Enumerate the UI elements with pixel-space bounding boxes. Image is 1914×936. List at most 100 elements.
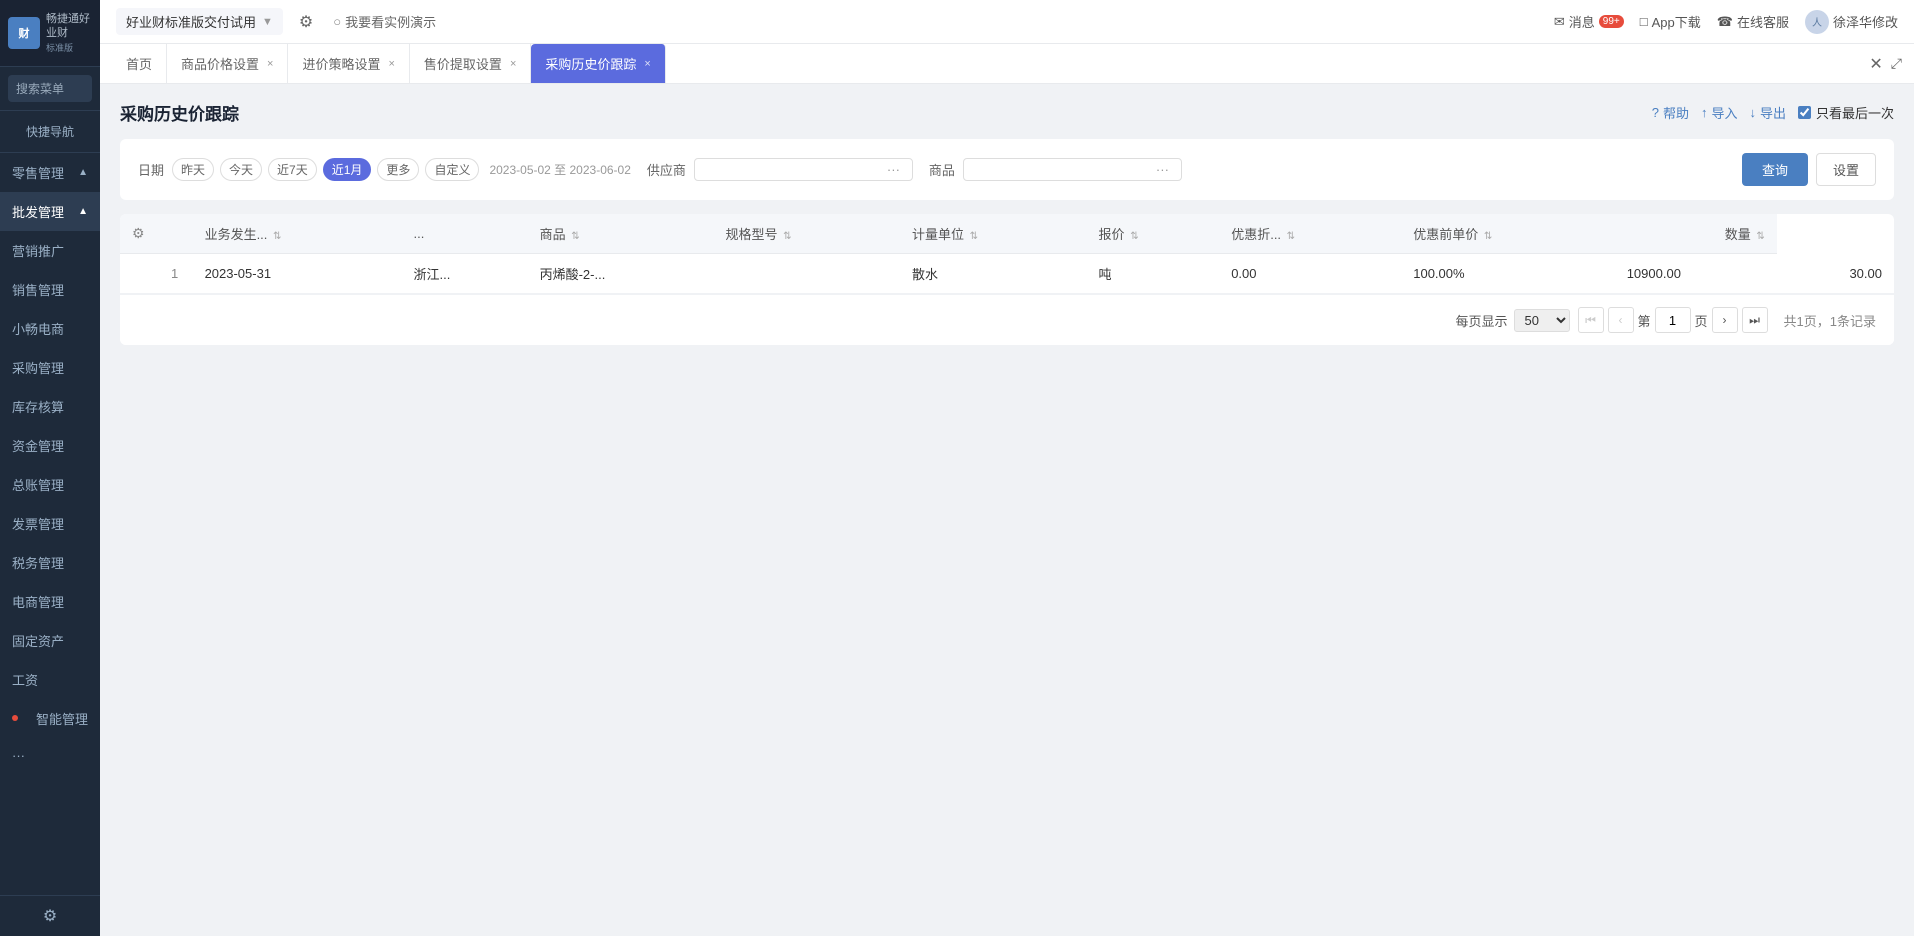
- col-price-sort-icon[interactable]: ⇅: [1130, 231, 1138, 242]
- product-more-icon[interactable]: ···: [1152, 162, 1173, 177]
- last-page-button[interactable]: ⏭: [1742, 307, 1768, 333]
- sidebar-item-salary[interactable]: 工资: [0, 660, 100, 699]
- export-button[interactable]: ↓ 导出: [1749, 103, 1786, 122]
- row-price-unit: 吨: [1099, 267, 1112, 282]
- sidebar-item-wholesale-label: 批发管理: [12, 202, 64, 221]
- import-button[interactable]: ↑ 导入: [1701, 103, 1738, 122]
- expand-icon[interactable]: ⤢: [1891, 55, 1902, 72]
- sidebar-item-wholesale[interactable]: 批发管理 ▲: [0, 192, 100, 231]
- close-tab-icon[interactable]: ✕: [1869, 54, 1882, 74]
- col-quantity-sort-icon[interactable]: ⇅: [1756, 231, 1764, 242]
- col-spec-header[interactable]: 规格型号 ⇅: [713, 214, 900, 254]
- col-discount-sort-icon[interactable]: ⇅: [1287, 231, 1295, 242]
- per-page-select[interactable]: 50 10 20 100: [1514, 309, 1570, 332]
- row-spec-cell: [713, 254, 900, 294]
- sidebar-item-ecommerce[interactable]: 电商管理: [0, 582, 100, 621]
- col-quantity-header[interactable]: 数量 ⇅: [1615, 214, 1777, 254]
- product-filter-group: 商品 ···: [929, 158, 1182, 181]
- online-service-button[interactable]: ☎ 在线客服: [1717, 12, 1789, 31]
- col-unit-sort-icon[interactable]: ⇅: [970, 231, 978, 242]
- filter-actions: 查询 设置: [1742, 153, 1876, 186]
- date-custom-btn[interactable]: 自定义: [425, 158, 479, 181]
- tab-strategy[interactable]: 进价策略设置 ×: [288, 44, 409, 83]
- query-button[interactable]: 查询: [1742, 153, 1808, 186]
- message-button[interactable]: ✉ 消息 99+: [1554, 12, 1624, 31]
- tab-price[interactable]: 商品价格设置 ×: [167, 44, 288, 83]
- sidebar-quick-nav[interactable]: 快捷导航: [0, 111, 100, 153]
- sidebar-item-inventory[interactable]: 库存核算: [0, 387, 100, 426]
- demo-button[interactable]: ○ 我要看实例演示: [333, 12, 436, 31]
- company-selector[interactable]: 好业财标准版交付试用 ▼: [116, 8, 283, 35]
- topbar-gear-icon[interactable]: ⚙: [299, 12, 313, 32]
- current-page-display: 第 页: [1638, 307, 1708, 333]
- tab-home[interactable]: 首页: [112, 44, 167, 83]
- filter-row: 日期 昨天 今天 近7天 近1月 更多 自定义 2023-05-02 至 202…: [138, 153, 1876, 186]
- sidebar-item-assets[interactable]: 固定资产: [0, 621, 100, 660]
- sidebar-item-ecommerce-small[interactable]: 小畅电商: [0, 309, 100, 348]
- export-label: 导出: [1760, 103, 1786, 122]
- table-gear-icon[interactable]: ⚙: [132, 225, 145, 241]
- first-page-button[interactable]: ⏮: [1578, 307, 1604, 333]
- date-more-btn[interactable]: 更多: [377, 158, 419, 181]
- sidebar-item-retail[interactable]: 零售管理 ▲: [0, 153, 100, 192]
- supplier-more-icon[interactable]: ···: [883, 162, 904, 177]
- last-only-toggle[interactable]: 只看最后一次: [1798, 103, 1894, 122]
- row-quantity-cell: 30.00: [1777, 254, 1894, 294]
- sidebar-item-invoice[interactable]: 发票管理: [0, 504, 100, 543]
- tab-price-close-icon[interactable]: ×: [267, 58, 273, 70]
- col-date-header[interactable]: 业务发生... ⇅: [193, 214, 402, 254]
- col-spec-sort-icon[interactable]: ⇅: [783, 231, 791, 242]
- app-download-button[interactable]: □ App下载: [1640, 12, 1701, 31]
- settings-gear-icon[interactable]: ⚙: [43, 906, 57, 926]
- product-input[interactable]: [972, 162, 1148, 177]
- col-unit-header[interactable]: 计量单位 ⇅: [900, 214, 1087, 254]
- tab-purchase-history-close-icon[interactable]: ×: [644, 58, 650, 70]
- sidebar-item-finance[interactable]: 资金管理: [0, 426, 100, 465]
- sidebar-item-marketing[interactable]: 营销推广: [0, 231, 100, 270]
- col-date-sort-icon[interactable]: ⇅: [273, 231, 281, 242]
- col-discount-price-sort-icon[interactable]: ⇅: [1484, 231, 1492, 242]
- col-discount-price-header[interactable]: 优惠前单价 ⇅: [1401, 214, 1614, 254]
- date-today-btn[interactable]: 今天: [220, 158, 262, 181]
- table-header: ⚙ 业务发生... ⇅ ... 商品 ⇅: [120, 214, 1894, 254]
- date-7days-btn[interactable]: 近7天: [268, 158, 317, 181]
- page-number-input[interactable]: [1655, 307, 1691, 333]
- product-label: 商品: [929, 160, 955, 179]
- tab-price-label: 商品价格设置: [181, 54, 259, 73]
- date-yesterday-btn[interactable]: 昨天: [172, 158, 214, 181]
- quick-nav-item[interactable]: 快捷导航: [0, 115, 100, 148]
- user-button[interactable]: 人 徐泽华修改: [1805, 10, 1898, 34]
- sidebar-item-sales[interactable]: 销售管理: [0, 270, 100, 309]
- tab-strategy-close-icon[interactable]: ×: [388, 58, 394, 70]
- tab-purchase-history[interactable]: 采购历史价跟踪 ×: [531, 44, 665, 83]
- col-price-header[interactable]: 报价 ⇅: [1087, 214, 1220, 254]
- sidebar-item-purchase[interactable]: 采购管理: [0, 348, 100, 387]
- row-discount: 100.00%: [1413, 266, 1464, 281]
- prev-page-button[interactable]: ‹: [1608, 307, 1634, 333]
- date-1month-btn[interactable]: 近1月: [323, 158, 372, 181]
- col-discount-price-label: 优惠前单价: [1413, 227, 1478, 242]
- tab-sale-price-close-icon[interactable]: ×: [510, 58, 516, 70]
- sidebar-item-accounting[interactable]: 总账管理: [0, 465, 100, 504]
- search-menu-button[interactable]: 搜索菜单: [8, 75, 92, 102]
- col-discount-header[interactable]: 优惠折... ⇅: [1219, 214, 1401, 254]
- pagination-nav: ⏮ ‹ 第 页 › ⏭: [1578, 307, 1768, 333]
- help-button[interactable]: ? 帮助: [1652, 103, 1689, 122]
- next-page-button[interactable]: ›: [1712, 307, 1738, 333]
- tab-sale-price[interactable]: 售价提取设置 ×: [410, 44, 531, 83]
- sidebar-item-more[interactable]: ···: [0, 738, 100, 773]
- sidebar-search[interactable]: 搜索菜单: [0, 67, 100, 111]
- filter-settings-button[interactable]: 设置: [1816, 153, 1876, 186]
- col-more-header[interactable]: ...: [402, 214, 528, 254]
- sidebar-item-ai[interactable]: 智能管理: [0, 699, 100, 738]
- last-only-checkbox[interactable]: [1798, 106, 1811, 119]
- col-product-header[interactable]: 商品 ⇅: [528, 214, 714, 254]
- sidebar-item-tax[interactable]: 税务管理: [0, 543, 100, 582]
- row-date-cell: 2023-05-31: [193, 254, 402, 294]
- supplier-input[interactable]: [703, 162, 879, 177]
- message-icon: ✉: [1554, 14, 1565, 30]
- col-product-sort-icon[interactable]: ⇅: [571, 231, 579, 242]
- per-page-label: 每页显示: [1455, 311, 1507, 330]
- data-table-wrap: ⚙ 业务发生... ⇅ ... 商品 ⇅: [120, 214, 1894, 345]
- supplier-label: 供应商: [647, 160, 686, 179]
